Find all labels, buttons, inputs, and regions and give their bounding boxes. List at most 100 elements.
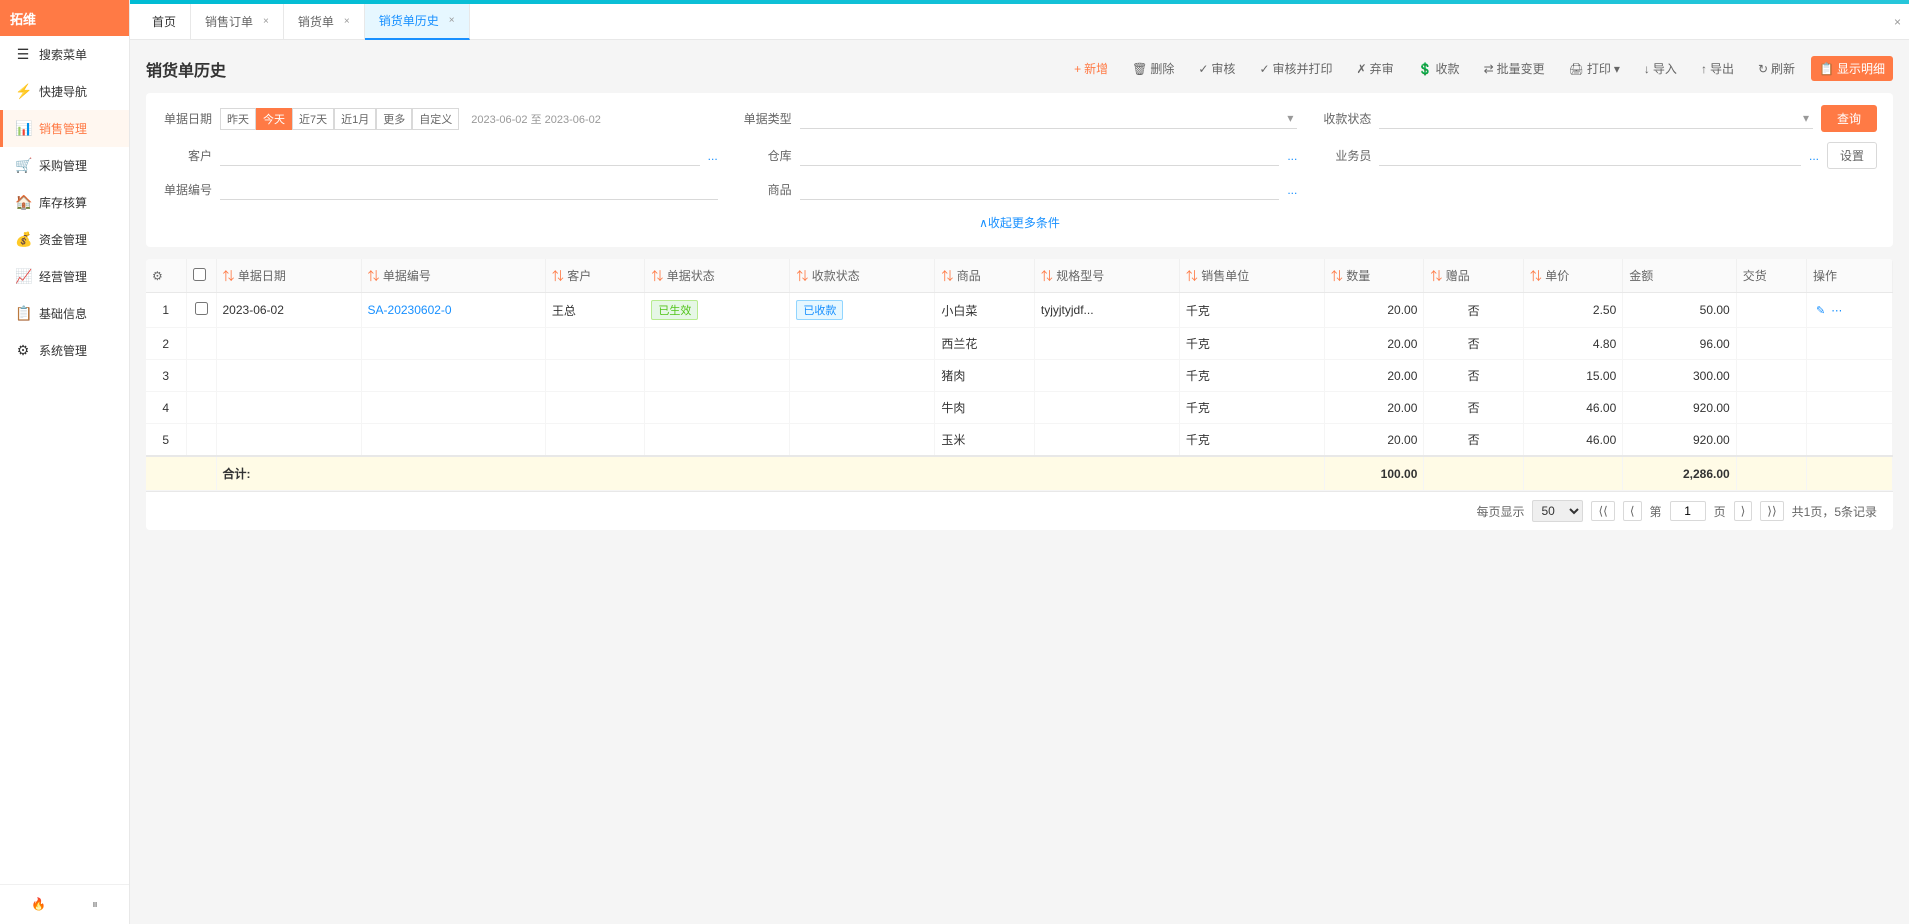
collect-button[interactable]: 💲 收款 (1410, 56, 1468, 81)
op-more-btn[interactable]: ⋯ (1828, 303, 1845, 318)
abandon-button[interactable]: ✗ 弃审 (1349, 56, 1402, 81)
page-prev-btn[interactable]: ⟨ (1623, 501, 1642, 521)
filter-row-1: 单据日期 昨天 今天 近7天 近1月 更多 自定义 2023-06-02 至 2… (162, 105, 1877, 132)
select-all-checkbox[interactable] (193, 268, 206, 281)
tab-home[interactable]: 首页 (138, 4, 191, 40)
add-button[interactable]: + 新增 (1066, 56, 1116, 81)
sidebar-item-finance-mgmt[interactable]: 💰 资金管理 (0, 221, 129, 258)
table-settings-icon[interactable]: ⚙ (152, 269, 163, 283)
cell-unit-price: 4.80 (1523, 328, 1622, 360)
cell-goods: 牛肉 (935, 392, 1034, 424)
th-unit-price[interactable]: ⇅ 单价 (1523, 259, 1622, 293)
filter-customer-input[interactable] (220, 145, 700, 166)
tab-sales-history[interactable]: 销货单历史 × (365, 4, 470, 40)
tab-sales-history-close[interactable]: × (449, 15, 455, 26)
export-button[interactable]: ↑ 导出 (1693, 56, 1742, 81)
th-doc-no[interactable]: ⇅ 单据编号 (361, 259, 545, 293)
doc-no-link[interactable]: SA-20230602-0 (368, 303, 452, 317)
filter-salesperson-ellipsis[interactable]: ... (1809, 149, 1819, 163)
th-customer[interactable]: ⇅ 客户 (545, 259, 644, 293)
page-first-btn[interactable]: ⟨⟨ (1591, 501, 1614, 521)
th-spec-model[interactable]: ⇅ 规格型号 (1034, 259, 1179, 293)
filter-warehouse-ellipsis[interactable]: ... (1287, 149, 1297, 163)
delete-button[interactable]: 🗑 删除 (1124, 56, 1182, 81)
sidebar-item-purchase-mgmt[interactable]: 🛒 采购管理 (0, 147, 129, 184)
sidebar-pause-btn[interactable]: ⏸ (88, 893, 102, 916)
th-payment-status-label: 收款状态 (812, 269, 860, 283)
op-edit-btn[interactable]: ✎ (1813, 303, 1828, 318)
th-payment-status[interactable]: ⇅ 收款状态 (790, 259, 935, 293)
cell-checkbox[interactable] (186, 360, 216, 392)
th-amount[interactable]: 金额 (1623, 259, 1736, 293)
th-doc-status[interactable]: ⇅ 单据状态 (645, 259, 790, 293)
th-checkbox[interactable] (186, 259, 216, 293)
sidebar: 拓维 ☰ 搜索菜单 ⚡ 快捷导航 📊 销售管理 🛒 采购管理 🏠 库存核算 💰 … (0, 0, 130, 924)
tabs-close-all[interactable]: × (1894, 15, 1901, 29)
display-detail-button[interactable]: 📋 显示明细 (1811, 56, 1893, 81)
import-button[interactable]: ↓ 导入 (1636, 56, 1685, 81)
th-quantity[interactable]: ⇅ 数量 (1324, 259, 1423, 293)
th-doc-date[interactable]: ⇅ 单据日期 (216, 259, 361, 293)
audit-print-button[interactable]: ✓ 审核并打印 (1251, 56, 1340, 81)
query-button[interactable]: 查询 (1821, 105, 1877, 132)
cell-checkbox[interactable] (186, 293, 216, 328)
cell-operation: ✎⋯ (1806, 293, 1892, 328)
tab-sales-delivery[interactable]: 销货单 × (284, 4, 365, 40)
sidebar-item-sys-mgmt[interactable]: ⚙ 系统管理 (0, 332, 129, 369)
sidebar-item-ops-mgmt[interactable]: 📈 经营管理 (0, 258, 129, 295)
date-1month-btn[interactable]: 近1月 (334, 108, 376, 130)
date-7days-btn[interactable]: 近7天 (292, 108, 334, 130)
cell-transaction (1736, 360, 1806, 392)
per-page-select[interactable]: 10 20 50 100 (1532, 500, 1583, 522)
tab-sales-delivery-close[interactable]: × (344, 16, 350, 27)
collapse-button[interactable]: ∧ 收起更多条件 (162, 210, 1877, 235)
filter-salesperson-input[interactable] (1379, 145, 1801, 166)
filter-payment-status-item: 收款状态 ▾ 查询 (1321, 105, 1877, 132)
th-sales-unit[interactable]: ⇅ 销售单位 (1179, 259, 1324, 293)
cell-checkbox[interactable] (186, 328, 216, 360)
page-input[interactable] (1670, 501, 1706, 521)
tab-sales-order[interactable]: 销售订单 × (191, 4, 284, 40)
filter-customer-ellipsis[interactable]: ... (708, 149, 718, 163)
tab-sales-order-close[interactable]: × (263, 16, 269, 27)
audit-button[interactable]: ✓ 审核 (1190, 56, 1243, 81)
cell-checkbox[interactable] (186, 392, 216, 424)
th-settings[interactable]: ⚙ (146, 259, 186, 293)
th-unit-price-sort-icon: ⇅ (1530, 269, 1542, 283)
sidebar-item-inventory[interactable]: 🏠 库存核算 (0, 184, 129, 221)
sidebar-fire-btn[interactable]: 🔥 (27, 893, 50, 916)
sidebar-item-sales-mgmt[interactable]: 📊 销售管理 (0, 110, 129, 147)
table-row: 5玉米千克20.00否46.00920.00 (146, 424, 1893, 457)
date-custom-btn[interactable]: 自定义 (412, 108, 459, 130)
sidebar-item-search-menu[interactable]: ☰ 搜索菜单 (0, 36, 129, 73)
print-button[interactable]: 🖨 打印 ▾ (1561, 56, 1628, 81)
page-next-btn[interactable]: ⟩ (1734, 501, 1753, 521)
settings-button[interactable]: 设置 (1827, 142, 1877, 169)
th-payment-status-sort-icon: ⇅ (796, 269, 808, 283)
filter-doc-type-select[interactable]: ▾ (800, 108, 1298, 129)
th-gift[interactable]: ⇅ 赠品 (1424, 259, 1523, 293)
row-checkbox[interactable] (195, 302, 208, 315)
sidebar-item-quick-nav[interactable]: ⚡ 快捷导航 (0, 73, 129, 110)
data-table: ⚙ ⇅ 单据日期 ⇅ 单据编号 (146, 259, 1893, 491)
filter-goods-input[interactable] (800, 179, 1280, 200)
print-dropdown-icon: ▾ (1614, 62, 1620, 76)
cell-checkbox[interactable] (186, 424, 216, 457)
date-more-btn[interactable]: 更多 (376, 108, 412, 130)
sidebar-item-basic-info[interactable]: 📋 基础信息 (0, 295, 129, 332)
th-transaction[interactable]: 交货 (1736, 259, 1806, 293)
batch-change-button[interactable]: ⇄ 批量变更 (1476, 56, 1553, 81)
th-goods[interactable]: ⇅ 商品 (935, 259, 1034, 293)
cell-gift: 否 (1424, 293, 1523, 328)
cell-amount: 96.00 (1623, 328, 1736, 360)
date-today-btn[interactable]: 今天 (256, 108, 292, 130)
filter-goods-ellipsis[interactable]: ... (1287, 183, 1297, 197)
page-last-btn[interactable]: ⟩⟩ (1760, 501, 1783, 521)
cell-payment-status (790, 360, 935, 392)
date-yesterday-btn[interactable]: 昨天 (220, 108, 256, 130)
filter-warehouse-input[interactable] (800, 145, 1280, 166)
refresh-button[interactable]: ↻ 刷新 (1750, 56, 1803, 81)
filter-payment-status-select[interactable]: ▾ (1379, 108, 1813, 129)
filter-doc-no-input[interactable] (220, 179, 718, 200)
add-label: 新增 (1084, 60, 1108, 77)
